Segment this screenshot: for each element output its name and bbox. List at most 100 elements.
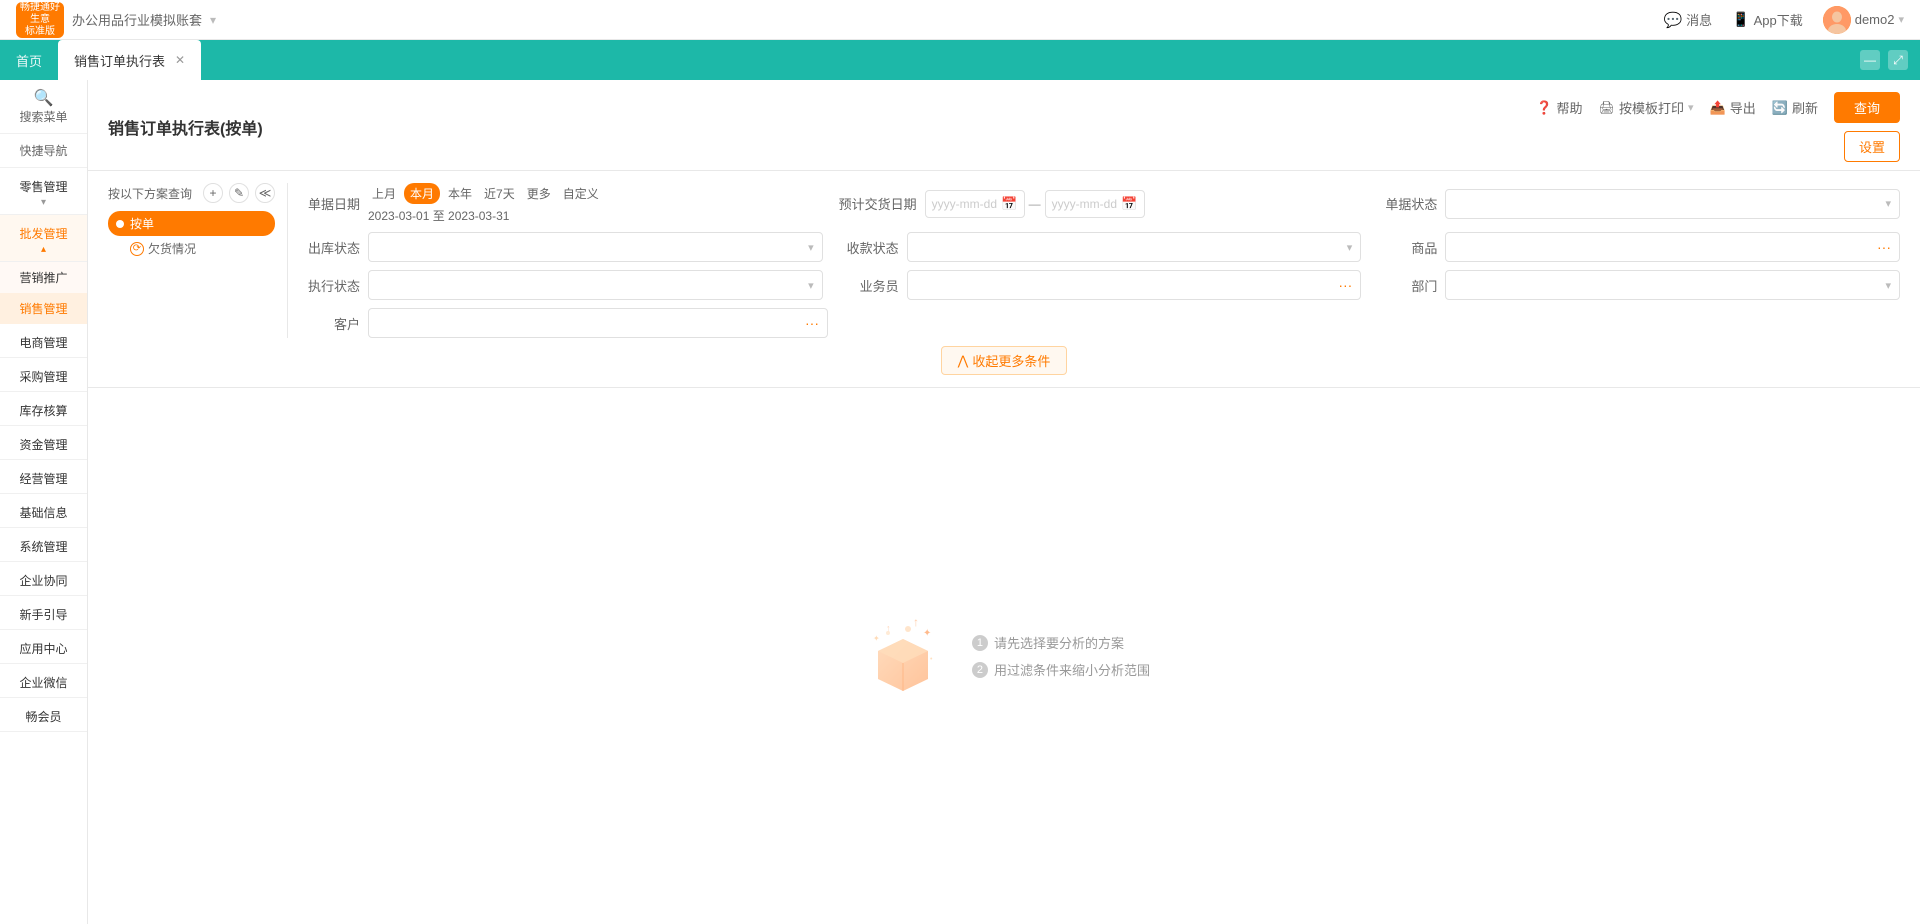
filter-row-2: 出库状态 ▾ 收款状态 ▾ — [300, 232, 1900, 262]
scheme-owed[interactable]: ⟳ 欠货情况 — [108, 236, 275, 261]
sidebar-item-newuser[interactable]: 新手引导 — [0, 596, 87, 630]
expected-date-from-input[interactable]: yyyy-mm-dd 📅 — [925, 190, 1025, 218]
settings-btn[interactable]: 设置 — [1844, 131, 1900, 162]
filter-ship-status-label: 出库状态 — [300, 238, 360, 257]
collect-status-input[interactable]: ▾ — [907, 232, 1362, 262]
scheme-collapse-btn[interactable]: ≪ — [255, 183, 275, 203]
sidebar-item-basic[interactable]: 基础信息 — [0, 494, 87, 528]
date-range-display: 2023-03-01 至 2023-03-31 — [368, 207, 823, 224]
date-tab-custom[interactable]: 自定义 — [559, 183, 603, 204]
ship-status-input[interactable]: ▾ — [368, 232, 823, 262]
user-profile-btn[interactable]: demo2 ▾ — [1823, 6, 1904, 34]
sidebar-basic-label: 基础信息 — [19, 504, 67, 521]
sidebar-sub-sales[interactable]: 销售管理 — [0, 293, 87, 324]
sidebar-system-label: 系统管理 — [19, 538, 67, 555]
sidebar-appstore-label: 应用中心 — [19, 640, 67, 657]
dropdown-icon[interactable]: ▾ — [210, 13, 216, 27]
scheme-by-order[interactable]: 按单 — [108, 211, 275, 236]
date-tab-7days[interactable]: 近7天 — [480, 183, 519, 204]
filter-date-label: 单据日期 — [300, 194, 360, 213]
salesperson-input[interactable]: ··· — [907, 270, 1362, 300]
department-input[interactable]: ▾ — [1445, 270, 1900, 300]
tab-minimize-btn[interactable]: — — [1860, 50, 1880, 70]
page-header: 销售订单执行表(按单) ❓ 帮助 🖨 按模板打印 ▾ — [88, 80, 1920, 171]
scheme-add-btn[interactable]: + — [203, 183, 223, 203]
sidebar-search[interactable]: 🔍 搜索菜单 — [0, 80, 87, 134]
filter-panel: 按以下方案查询 + ✎ ≪ 按单 ⟳ 欠货情况 — [88, 171, 1920, 388]
top-bar-left: 畅捷通好生意标准版 办公用品行业模拟账套 ▾ — [16, 2, 216, 38]
tab-close-icon[interactable]: ✕ — [175, 53, 185, 67]
filter-row-4: 客户 ··· — [300, 308, 1900, 338]
tab-sales-order[interactable]: 销售订单执行表 ✕ — [58, 40, 201, 80]
filter-expected-date-field: 预计交货日期 yyyy-mm-dd 📅 — yyyy-mm-dd 📅 — [839, 183, 1362, 224]
sidebar-operations-label: 经营管理 — [19, 470, 67, 487]
exec-status-input[interactable]: ▾ — [368, 270, 823, 300]
salesperson-more-btn[interactable]: ··· — [1338, 277, 1352, 293]
scheme-edit-btn[interactable]: ✎ — [229, 183, 249, 203]
collapse-icon: ⋀ — [958, 353, 969, 369]
export-label: 导出 — [1730, 98, 1756, 117]
sidebar-item-member[interactable]: 畅会员 — [0, 698, 87, 732]
settings-label: 设置 — [1859, 140, 1885, 155]
date-tab-this-month[interactable]: 本月 — [404, 183, 440, 204]
sidebar-quick-nav[interactable]: 快捷导航 — [0, 134, 87, 168]
filter-date-field: 单据日期 上月 本月 本年 近7天 更多 自定义 20 — [300, 183, 823, 224]
ship-status-arrow: ▾ — [808, 241, 814, 254]
sidebar-item-ecommerce[interactable]: 电商管理 — [0, 324, 87, 358]
tab-home[interactable]: 首页 — [0, 40, 58, 80]
collapse-btn[interactable]: ⋀ 收起更多条件 — [941, 346, 1068, 375]
order-status-input[interactable]: ▾ — [1445, 189, 1900, 219]
filter-exec-status-label: 执行状态 — [300, 276, 360, 295]
industry-title: 办公用品行业模拟账套 — [72, 10, 202, 29]
message-btn[interactable]: 💬 消息 — [1663, 10, 1712, 29]
sidebar-sub-marketing[interactable]: 营销推广 — [0, 262, 87, 293]
page-actions: ❓ 帮助 🖨 按模板打印 ▾ 📤 导出 🔄 — [1536, 92, 1900, 162]
filter-department-field: 部门 ▾ — [1377, 270, 1900, 300]
sidebar-item-procurement[interactable]: 采购管理 — [0, 358, 87, 392]
refresh-btn[interactable]: 🔄 刷新 — [1772, 98, 1818, 117]
tip-2-text: 用过滤条件来缩小分析范围 — [994, 660, 1150, 679]
content-area: 销售订单执行表(按单) ❓ 帮助 🖨 按模板打印 ▾ — [88, 80, 1920, 924]
filter-collect-status-label: 收款状态 — [839, 238, 899, 257]
empty-tip-2: 2 用过滤条件来缩小分析范围 — [972, 660, 1150, 679]
customer-more-btn[interactable]: ··· — [805, 315, 819, 331]
query-btn[interactable]: 查询 — [1834, 92, 1900, 123]
goods-input[interactable]: ··· — [1445, 232, 1900, 262]
sidebar-item-wechat[interactable]: 企业微信 — [0, 664, 87, 698]
svg-text:✦: ✦ — [923, 628, 931, 639]
sidebar-item-wholesale[interactable]: 批发管理 ▴ — [0, 215, 87, 262]
sidebar-finance-label: 资金管理 — [19, 436, 67, 453]
message-label: 消息 — [1686, 10, 1712, 29]
refresh-icon: 🔄 — [1772, 100, 1788, 116]
app-download-btn[interactable]: 📱 App下载 — [1732, 10, 1803, 29]
sidebar-item-inventory[interactable]: 库存核算 — [0, 392, 87, 426]
empty-illustration: ✦ ✦ • ↑ ↑ — [858, 611, 948, 701]
expected-date-to-input[interactable]: yyyy-mm-dd 📅 — [1045, 190, 1145, 218]
customer-input[interactable]: ··· — [368, 308, 828, 338]
main-layout: 🔍 搜索菜单 快捷导航 零售管理 ▾ 批发管理 ▴ 营销推广 销售管理 电商管理… — [0, 80, 1920, 924]
sidebar-wholesale-arrow: ▴ — [41, 244, 46, 255]
tab-expand-btn[interactable]: ⤢ — [1888, 50, 1908, 70]
sidebar-item-finance[interactable]: 资金管理 — [0, 426, 87, 460]
print-btn[interactable]: 🖨 按模板打印 ▾ — [1599, 98, 1694, 117]
filter-customer-field: 客户 ··· — [300, 308, 828, 338]
sidebar-item-retail[interactable]: 零售管理 ▾ — [0, 168, 87, 215]
date-tab-last-month[interactable]: 上月 — [368, 183, 400, 204]
date-tab-more[interactable]: 更多 — [523, 183, 555, 204]
filter-goods-field: 商品 ··· — [1377, 232, 1900, 262]
sidebar-item-operations[interactable]: 经营管理 — [0, 460, 87, 494]
expected-date-from-placeholder: yyyy-mm-dd — [932, 197, 997, 211]
export-btn[interactable]: 📤 导出 — [1710, 98, 1756, 117]
tab-bar: 首页 销售订单执行表 ✕ — ⤢ — [0, 40, 1920, 80]
filter-salesperson-label: 业务员 — [839, 276, 899, 295]
date-tab-this-year[interactable]: 本年 — [444, 183, 476, 204]
expected-date-to-placeholder: yyyy-mm-dd — [1052, 197, 1117, 211]
filter-department-label: 部门 — [1377, 276, 1437, 295]
sidebar-item-system[interactable]: 系统管理 — [0, 528, 87, 562]
goods-more-btn[interactable]: ··· — [1877, 239, 1891, 255]
sidebar-item-enterprise[interactable]: 企业协同 — [0, 562, 87, 596]
help-btn[interactable]: ❓ 帮助 — [1536, 98, 1582, 117]
sidebar-newuser-label: 新手引导 — [19, 606, 67, 623]
sidebar-procurement-label: 采购管理 — [19, 368, 67, 385]
sidebar-item-appstore[interactable]: 应用中心 — [0, 630, 87, 664]
